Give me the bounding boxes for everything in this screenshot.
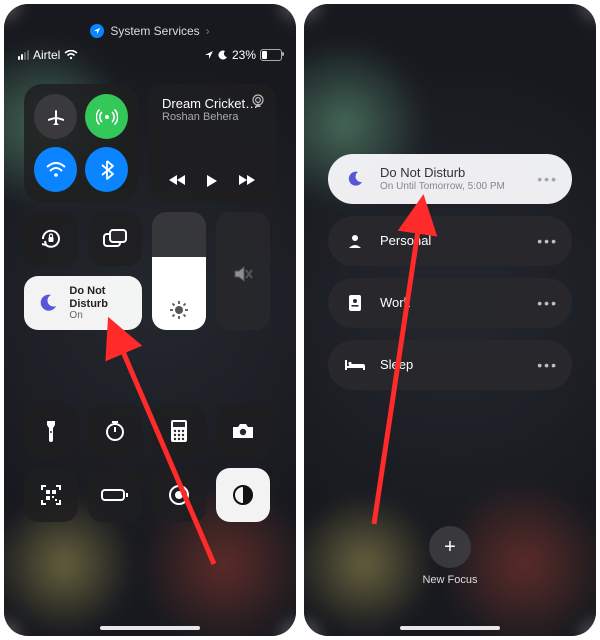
- focus-item-work[interactable]: Work •••: [328, 278, 572, 328]
- track-title: Dream Cricket…: [162, 96, 262, 111]
- airplane-toggle[interactable]: [34, 94, 77, 139]
- orientation-lock-icon: [38, 226, 64, 252]
- cellular-toggle[interactable]: [85, 94, 128, 139]
- location-indicator-icon: [204, 50, 214, 60]
- calculator-button[interactable]: [152, 404, 206, 458]
- dark-mode-icon: [231, 483, 255, 507]
- chevron-right-icon: ›: [206, 24, 210, 38]
- rewind-button[interactable]: [168, 174, 186, 186]
- moon-icon: [342, 170, 368, 188]
- home-indicator[interactable]: [100, 626, 200, 630]
- focus-item-title: Work: [380, 295, 537, 311]
- screen-record-button[interactable]: [152, 468, 206, 522]
- record-icon: [167, 483, 191, 507]
- focus-dnd-tile[interactable]: Do Not Disturb On: [24, 276, 142, 330]
- focus-item-dnd[interactable]: Do Not Disturb On Until Tomorrow, 5:00 P…: [328, 154, 572, 204]
- calculator-icon: [170, 419, 188, 443]
- bed-icon: [342, 358, 368, 372]
- airplane-icon: [46, 107, 66, 127]
- new-focus-button[interactable]: + New Focus: [304, 526, 596, 586]
- focus-item-title: Do Not Disturb: [380, 165, 537, 181]
- battery-pct-label: 23%: [232, 48, 256, 62]
- status-bar: Airtel 23%: [18, 48, 282, 62]
- plus-icon: +: [429, 526, 471, 568]
- cellular-signal-icon: [18, 50, 29, 60]
- focus-picker-screen: Do Not Disturb On Until Tomorrow, 5:00 P…: [304, 4, 596, 636]
- focus-item-more[interactable]: •••: [537, 233, 558, 249]
- orientation-lock-toggle[interactable]: [24, 212, 78, 266]
- new-focus-label: New Focus: [422, 574, 477, 586]
- track-artist: Roshan Behera: [162, 111, 262, 123]
- moon-icon: [34, 286, 61, 320]
- airplay-icon[interactable]: [250, 94, 266, 113]
- badge-icon: [342, 294, 368, 312]
- volume-slider[interactable]: [216, 212, 270, 330]
- wifi-toggle[interactable]: [34, 147, 77, 192]
- carrier-label: Airtel: [33, 48, 60, 62]
- antenna-icon: [96, 106, 118, 128]
- camera-icon: [231, 422, 255, 440]
- dnd-status: On: [69, 310, 132, 321]
- play-button[interactable]: [206, 174, 218, 188]
- focus-item-more[interactable]: •••: [537, 295, 558, 311]
- mute-icon: [216, 264, 270, 284]
- flashlight-button[interactable]: [24, 404, 78, 458]
- wifi-icon: [45, 162, 67, 178]
- focus-item-title: Personal: [380, 233, 537, 249]
- qr-scan-button[interactable]: [24, 468, 78, 522]
- dark-mode-button[interactable]: [216, 468, 270, 522]
- wifi-icon: [64, 50, 78, 60]
- forward-button[interactable]: [238, 174, 256, 186]
- flashlight-icon: [44, 419, 58, 443]
- person-icon: [342, 233, 368, 249]
- focus-item-personal[interactable]: Personal •••: [328, 216, 572, 266]
- now-playing-module[interactable]: Dream Cricket… Roshan Behera: [148, 84, 276, 202]
- focus-item-more[interactable]: •••: [537, 171, 558, 187]
- connectivity-module[interactable]: [24, 84, 138, 202]
- moon-status-icon: [218, 50, 228, 60]
- timer-icon: [103, 419, 127, 443]
- dnd-title: Do Not Disturb: [69, 285, 132, 309]
- timer-button[interactable]: [88, 404, 142, 458]
- focus-item-more[interactable]: •••: [537, 357, 558, 373]
- low-power-button[interactable]: [88, 468, 142, 522]
- location-arrow-icon: [90, 24, 104, 38]
- camera-button[interactable]: [216, 404, 270, 458]
- recent-location-label: System Services: [110, 24, 199, 38]
- focus-item-subtitle: On Until Tomorrow, 5:00 PM: [380, 181, 537, 193]
- screen-mirroring-icon: [102, 229, 128, 249]
- control-center-screen: System Services › Airtel 23%: [4, 4, 296, 636]
- battery-outline-icon: [101, 488, 129, 502]
- screen-mirroring-button[interactable]: [88, 212, 142, 266]
- brightness-icon: [152, 300, 206, 320]
- focus-item-title: Sleep: [380, 357, 537, 373]
- qr-icon: [40, 484, 62, 506]
- home-indicator[interactable]: [400, 626, 500, 630]
- bluetooth-icon: [100, 160, 114, 180]
- focus-list: Do Not Disturb On Until Tomorrow, 5:00 P…: [328, 154, 572, 390]
- bluetooth-toggle[interactable]: [85, 147, 128, 192]
- brightness-slider[interactable]: [152, 212, 206, 330]
- recent-location-banner[interactable]: System Services ›: [4, 24, 296, 38]
- focus-item-sleep[interactable]: Sleep •••: [328, 340, 572, 390]
- battery-icon: [260, 49, 282, 61]
